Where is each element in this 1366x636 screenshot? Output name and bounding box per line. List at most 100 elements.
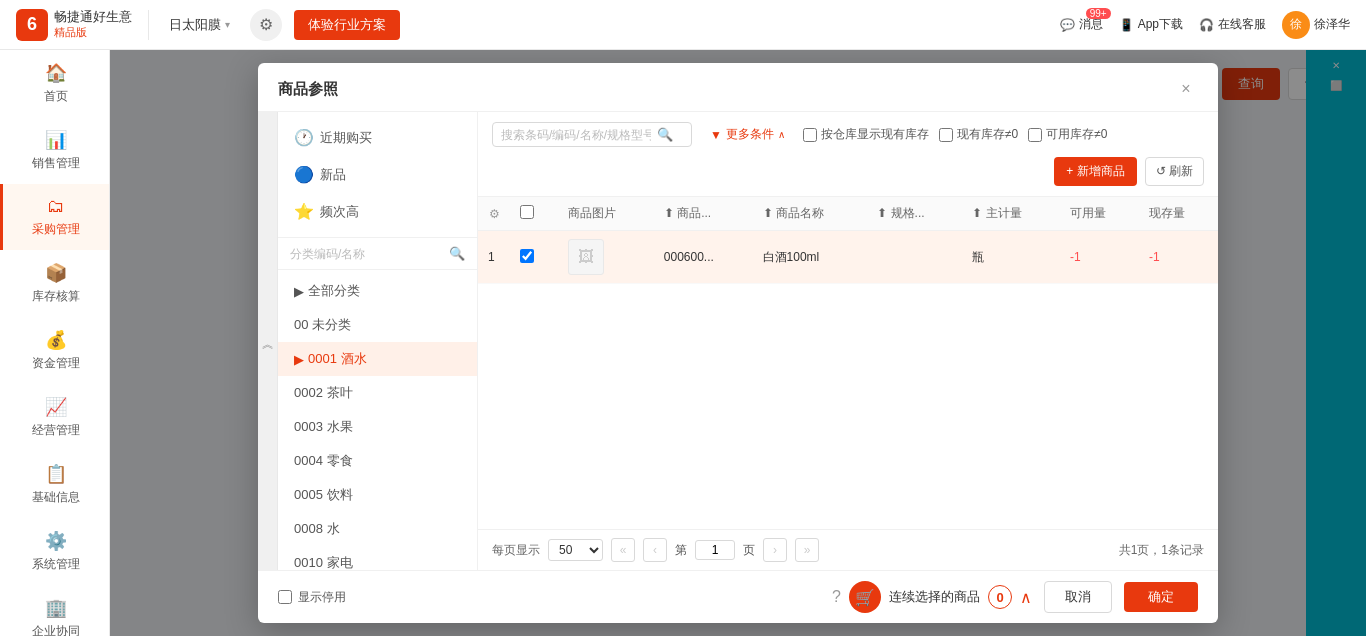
table-col-name[interactable]: ⬆ 商品名称 <box>753 197 868 231</box>
table-col-spec[interactable]: ⬆ 规格... <box>867 197 962 231</box>
app-download-item[interactable]: 📱 App下载 <box>1119 16 1183 33</box>
enterprise-icon: 🏢 <box>45 597 67 619</box>
category-item-0003[interactable]: 0003 水果 <box>278 410 477 444</box>
help-icon[interactable]: ? <box>832 588 841 606</box>
product-thumbnail: 🖼 <box>568 239 604 275</box>
user-area[interactable]: 徐 徐泽华 <box>1282 11 1350 39</box>
product-search-box: 🔍 <box>492 122 692 147</box>
category-item-all[interactable]: ▶ 全部分类 <box>278 274 477 308</box>
row-code-cell: 000600... <box>654 231 753 284</box>
top-nav: 6 畅捷通好生意 精品版 日太阳膜 ▾ ⚙ 体验行业方案 💬 消息 99+ 📱 … <box>0 0 1366 50</box>
row-unit-cell: 瓶 <box>962 231 1060 284</box>
refresh-button[interactable]: ↺ 刷新 <box>1145 157 1204 186</box>
last-page-button[interactable]: » <box>795 538 819 562</box>
modal-overlay: 商品参照 × 《 🕐 近期购买 <box>110 50 1366 636</box>
modal-body: 《 🕐 近期购买 🔵 新品 <box>258 112 1218 570</box>
prev-page-button[interactable]: ‹ <box>643 538 667 562</box>
confirm-button[interactable]: 确定 <box>1124 582 1198 612</box>
filter-chevron-icon: ∧ <box>778 129 785 140</box>
pagination: 每页显示 50 100 200 « ‹ 第 页 › <box>478 529 1218 570</box>
table-col-available: 可用量 <box>1060 197 1139 231</box>
sidebar-item-enterprise[interactable]: 🏢 企业协同 <box>0 585 109 636</box>
row-checkbox-cell[interactable] <box>510 231 558 284</box>
phone-icon: 📱 <box>1119 18 1134 32</box>
sidebar-item-inventory[interactable]: 📦 库存核算 <box>0 250 109 317</box>
sidebar-item-system[interactable]: ⚙️ 系统管理 <box>0 518 109 585</box>
table-col-stock: 现存量 <box>1139 197 1218 231</box>
category-item-00[interactable]: 00 未分类 <box>278 308 477 342</box>
cart-button[interactable]: 🛒 <box>849 581 881 613</box>
settings-icon[interactable]: ⚙ <box>250 9 282 41</box>
sidebar-item-operation[interactable]: 📈 经营管理 <box>0 384 109 451</box>
online-service-item[interactable]: 🎧 在线客服 <box>1199 16 1266 33</box>
row-spec-cell <box>867 231 962 284</box>
more-filters-button[interactable]: ▼ 更多条件 ∧ <box>702 122 793 147</box>
category-item-0004[interactable]: 0004 零食 <box>278 444 477 478</box>
category-item-0008[interactable]: 0008 水 <box>278 512 477 546</box>
table-row[interactable]: 1 🖼 000600... 白酒100ml 瓶 <box>478 231 1218 284</box>
logo-text: 畅捷通好生意 精品版 <box>54 9 132 41</box>
recent-tab[interactable]: 🕐 近期购买 <box>278 120 477 155</box>
row-image-cell: 🖼 <box>558 231 654 284</box>
message-icon: 💬 <box>1060 18 1075 32</box>
new-icon: 🔵 <box>294 165 314 184</box>
sidebar-item-basic[interactable]: 📋 基础信息 <box>0 451 109 518</box>
operation-icon: 📈 <box>45 396 67 418</box>
available-stock-checkbox[interactable]: 现有库存≠0 <box>939 126 1018 143</box>
recent-icon: 🕐 <box>294 128 314 147</box>
add-product-button[interactable]: + 新增商品 <box>1054 157 1136 186</box>
show-disabled-checkbox[interactable]: 显示停用 <box>278 589 346 606</box>
per-page-select[interactable]: 50 100 200 <box>548 539 603 561</box>
nav-divider <box>148 10 149 40</box>
sidebar-item-home[interactable]: 🏠 首页 <box>0 50 109 117</box>
collapse-up-icon[interactable]: ∧ <box>1020 588 1032 607</box>
first-page-button[interactable]: « <box>611 538 635 562</box>
main-content: 查询 设置 ✕ ⬜ 商品参照 × 《 <box>110 50 1366 636</box>
avatar: 徐 <box>1282 11 1310 39</box>
headset-icon: 🎧 <box>1199 18 1214 32</box>
product-search-input[interactable] <box>501 128 651 142</box>
basic-icon: 📋 <box>45 463 67 485</box>
category-item-0005[interactable]: 0005 饮料 <box>278 478 477 512</box>
filter-icon: ▼ <box>710 128 722 142</box>
store-arrow-icon: ▾ <box>225 19 230 30</box>
sidebar: 🏠 首页 📊 销售管理 🗂 采购管理 📦 库存核算 💰 资金管理 📈 经营管理 … <box>0 50 110 636</box>
usable-stock-checkbox[interactable]: 可用库存≠0 <box>1028 126 1107 143</box>
store-selector[interactable]: 日太阳膜 ▾ <box>161 12 238 38</box>
page-label-text: 第 <box>675 542 687 559</box>
home-icon: 🏠 <box>45 62 67 84</box>
finance-icon: 💰 <box>45 329 67 351</box>
table-settings-header[interactable]: ⚙ <box>478 197 510 231</box>
product-search-icon[interactable]: 🔍 <box>657 127 673 142</box>
message-item[interactable]: 💬 消息 99+ <box>1060 16 1103 33</box>
close-button[interactable]: × <box>1174 77 1198 101</box>
row-index: 1 <box>478 231 510 284</box>
next-page-button[interactable]: › <box>763 538 787 562</box>
product-toolbar: 🔍 ▼ 更多条件 ∧ 按仓库显示现有库存 <box>478 112 1218 197</box>
new-products-tab[interactable]: 🔵 新品 <box>278 157 477 192</box>
warehouse-stock-checkbox[interactable]: 按仓库显示现有库存 <box>803 126 929 143</box>
modal-header: 商品参照 × <box>258 63 1218 112</box>
table-col-code[interactable]: ⬆ 商品... <box>654 197 753 231</box>
category-search-input[interactable] <box>290 247 443 261</box>
category-item-0001[interactable]: ▶ 0001 酒水 <box>278 342 477 376</box>
category-item-0002[interactable]: 0002 茶叶 <box>278 376 477 410</box>
frequent-tab[interactable]: ⭐ 频次高 <box>278 194 477 229</box>
category-item-0010[interactable]: 0010 家电 <box>278 546 477 570</box>
nav-right: 💬 消息 99+ 📱 App下载 🎧 在线客服 徐 徐泽华 <box>1060 11 1350 39</box>
category-search-icon[interactable]: 🔍 <box>449 246 465 261</box>
collapse-panel-button[interactable]: 《 <box>258 112 278 570</box>
table-col-image: 商品图片 <box>558 197 654 231</box>
page-number-input[interactable] <box>695 540 735 560</box>
sidebar-item-sales[interactable]: 📊 销售管理 <box>0 117 109 184</box>
cancel-button[interactable]: 取消 <box>1044 581 1112 613</box>
table-checkbox-header[interactable] <box>510 197 558 231</box>
table-col-unit[interactable]: ⬆ 主计量 <box>962 197 1060 231</box>
modal-title: 商品参照 <box>278 80 338 99</box>
experience-button[interactable]: 体验行业方案 <box>294 10 400 40</box>
layout: 🏠 首页 📊 销售管理 🗂 采购管理 📦 库存核算 💰 资金管理 📈 经营管理 … <box>0 50 1366 636</box>
toolbar-right: + 新增商品 ↺ 刷新 <box>1054 157 1204 186</box>
cart-count: 0 <box>988 585 1012 609</box>
sidebar-item-finance[interactable]: 💰 资金管理 <box>0 317 109 384</box>
sidebar-item-purchase[interactable]: 🗂 采购管理 <box>0 184 109 250</box>
